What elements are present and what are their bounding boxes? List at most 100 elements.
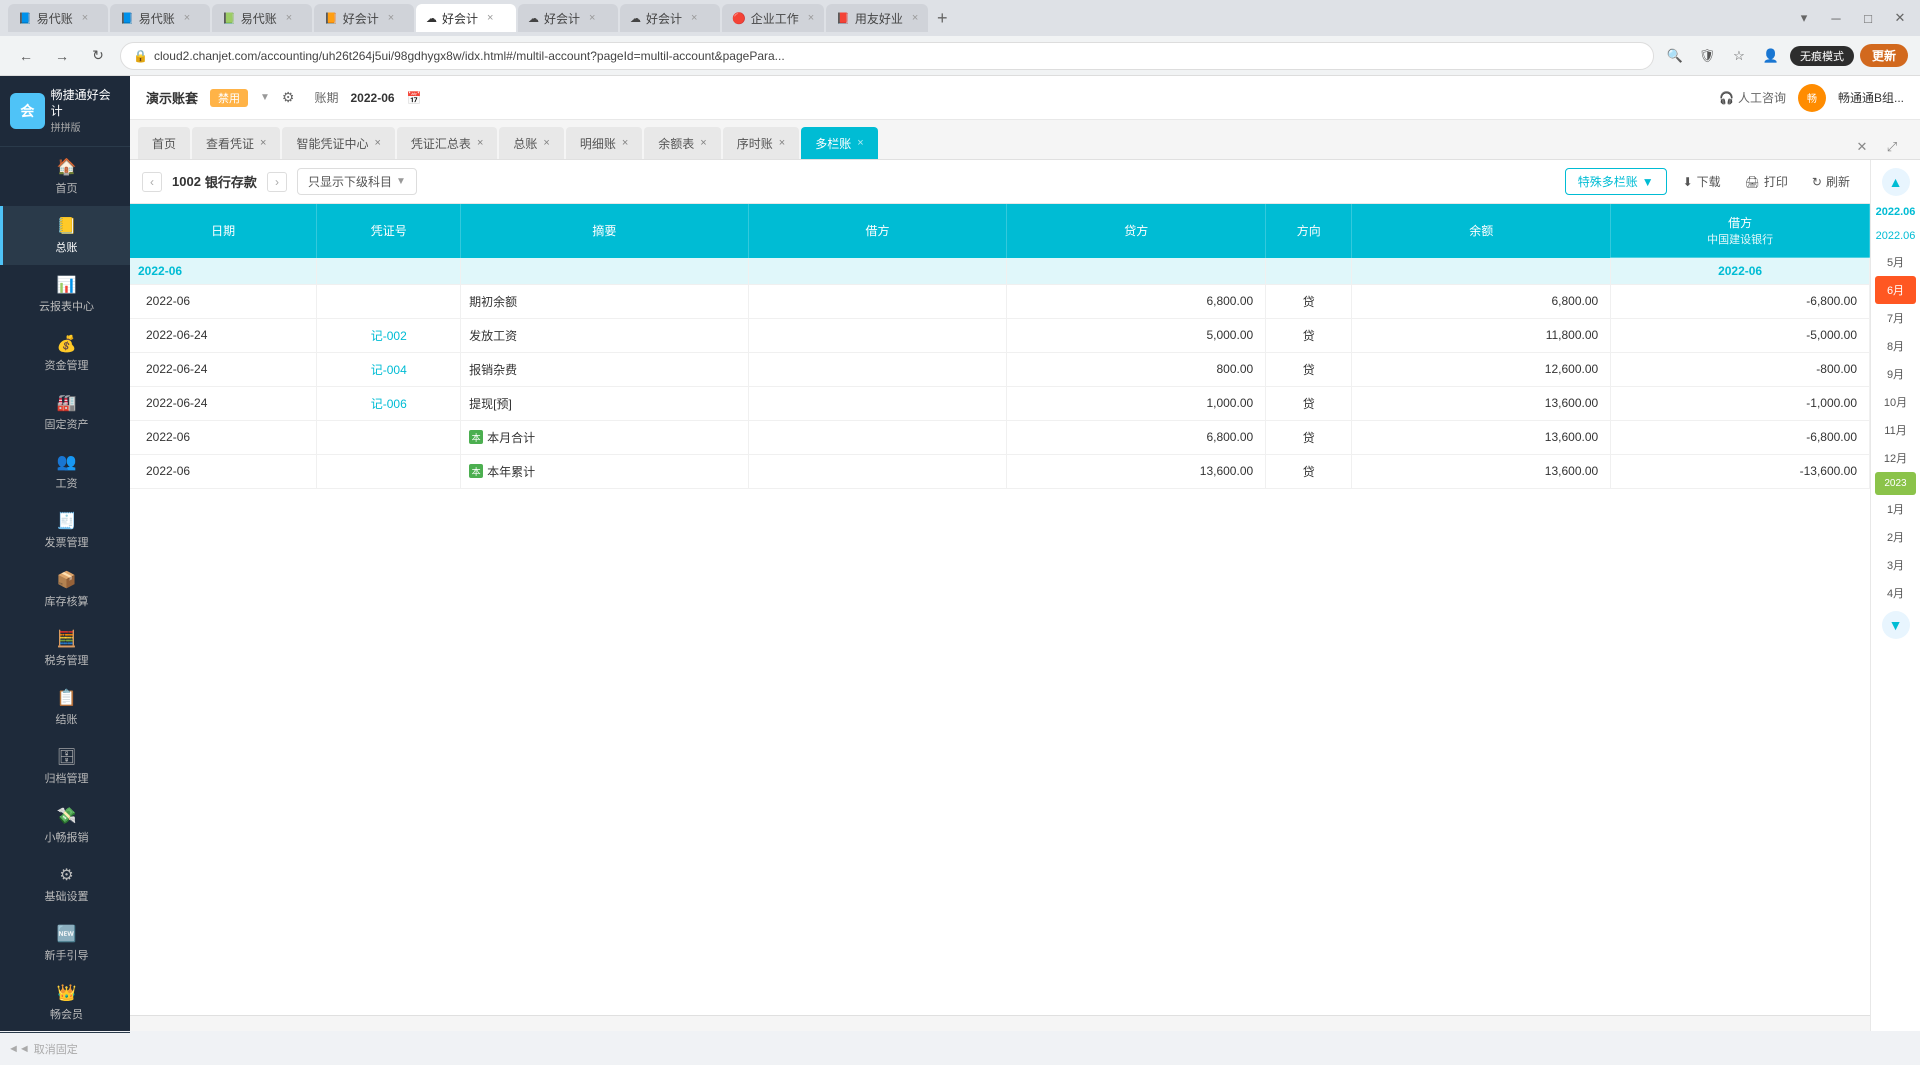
back-button[interactable]: ← <box>12 42 40 70</box>
tab-yidaizhang-1[interactable]: 📘 易代账 × <box>8 4 108 32</box>
sidebar-item-reports[interactable]: 📊 云报表中心 <box>0 265 130 324</box>
date-nav-august[interactable]: 8月 <box>1871 332 1920 360</box>
consult-button[interactable]: 🎧 人工咨询 <box>1719 89 1786 106</box>
tab-close-8[interactable]: × <box>808 12 814 24</box>
tab-list-button[interactable]: ▾ <box>1792 6 1816 30</box>
close-tab-area-button[interactable]: ✕ <box>1850 135 1874 159</box>
date-nav-june[interactable]: 6月 <box>1875 276 1916 304</box>
tab-close-smart-voucher[interactable]: × <box>374 137 380 149</box>
tab-close-general-ledger[interactable]: × <box>543 137 549 149</box>
tab-close-2[interactable]: × <box>184 12 190 24</box>
sidebar-item-guide[interactable]: 🆕 新手引导 <box>0 914 130 973</box>
settings-button[interactable]: ⚙ <box>282 89 295 106</box>
tab-home[interactable]: 首页 <box>138 127 190 159</box>
sidebar-item-inventory[interactable]: 📦 库存核算 <box>0 560 130 619</box>
voucher-link-004[interactable]: 记-004 <box>371 363 407 377</box>
horizontal-scrollbar[interactable] <box>130 1015 1870 1031</box>
sidebar-item-membership[interactable]: 👑 畅会员 <box>0 973 130 1032</box>
voucher-link-006[interactable]: 记-006 <box>371 397 407 411</box>
tab-close-3[interactable]: × <box>286 12 292 24</box>
tab-multi-column-ledger[interactable]: 多栏账 × <box>801 127 877 159</box>
stealth-mode-button[interactable]: 无痕模式 <box>1790 46 1854 66</box>
tab-close-4[interactable]: × <box>388 12 394 24</box>
tab-haokuaiji-4[interactable]: ☁ 好会计 × <box>620 4 720 32</box>
dropdown-arrow[interactable]: ▼ <box>260 92 270 103</box>
prev-account-button[interactable]: ‹ <box>142 172 162 192</box>
date-nav-december[interactable]: 12月 <box>1871 444 1920 472</box>
sidebar-item-fixed-assets[interactable]: 🏭 固定资产 <box>0 383 130 442</box>
print-button[interactable]: 🖨 打印 <box>1737 169 1796 194</box>
download-button[interactable]: ⬇ 下载 <box>1675 169 1729 194</box>
sidebar-item-payroll[interactable]: 👥 工资 <box>0 442 130 501</box>
user-name[interactable]: 畅通通B组... <box>1838 89 1904 106</box>
sub-filter-dropdown[interactable]: 只显示下级科目 ▼ <box>297 168 417 195</box>
multi-ledger-button[interactable]: 特殊多栏账 ▼ <box>1565 168 1667 195</box>
calendar-icon[interactable]: 📅 <box>407 91 422 105</box>
tab-smart-voucher[interactable]: 智能凭证中心 × <box>282 127 394 159</box>
tab-balance-sheet[interactable]: 余额表 × <box>644 127 720 159</box>
update-button[interactable]: 更新 <box>1860 44 1908 67</box>
date-nav-down-button[interactable]: ▼ <box>1882 611 1910 639</box>
tab-close-5[interactable]: × <box>487 12 493 24</box>
date-nav-july[interactable]: 7月 <box>1871 304 1920 332</box>
tab-close-7[interactable]: × <box>691 12 697 24</box>
date-nav-november[interactable]: 11月 <box>1871 416 1920 444</box>
sidebar-pin-toggle[interactable]: ◄◄ 取消固定 <box>0 1032 130 1065</box>
sidebar-item-close-accounts[interactable]: 📋 结账 <box>0 678 130 737</box>
sidebar-item-expense[interactable]: 💸 小畅报销 <box>0 796 130 855</box>
tab-haokuaiji-3[interactable]: ☁ 好会计 × <box>518 4 618 32</box>
tab-enterprise[interactable]: 🔴 企业工作 × <box>722 4 824 32</box>
url-input[interactable]: 🔒 cloud2.chanjet.com/accounting/uh26t264… <box>120 42 1654 70</box>
voucher-link-002[interactable]: 记-002 <box>371 329 407 343</box>
forward-button[interactable]: → <box>48 42 76 70</box>
tab-chronological-ledger[interactable]: 序时账 × <box>723 127 799 159</box>
next-account-button[interactable]: › <box>267 172 287 192</box>
date-nav-apr[interactable]: 4月 <box>1871 579 1920 607</box>
bookmark-icon[interactable]: ☆ <box>1726 43 1752 69</box>
tab-close-view-voucher[interactable]: × <box>260 137 266 149</box>
sidebar-item-settings[interactable]: ⚙ 基础设置 <box>0 855 130 914</box>
refresh-button[interactable]: ↻ 刷新 <box>1804 169 1858 194</box>
tab-close-balance-sheet[interactable]: × <box>700 137 706 149</box>
date-nav-up-button[interactable]: ▲ <box>1882 168 1910 196</box>
expand-tab-area-button[interactable]: ⤢ <box>1880 135 1904 159</box>
refresh-button[interactable]: ↻ <box>84 42 112 70</box>
close-browser-button[interactable]: ✕ <box>1888 6 1912 30</box>
sidebar-item-funds[interactable]: 💰 资金管理 <box>0 324 130 383</box>
tab-close-voucher-summary[interactable]: × <box>477 137 483 149</box>
date-nav-year-2023[interactable]: 2023 <box>1875 472 1916 495</box>
tab-yidaizhang-2[interactable]: 📘 易代账 × <box>110 4 210 32</box>
tab-close-9[interactable]: × <box>912 12 918 24</box>
tab-yidaizhang-3[interactable]: 📗 易代账 × <box>212 4 312 32</box>
date-nav-mar[interactable]: 3月 <box>1871 551 1920 579</box>
sidebar-item-tax[interactable]: 🧮 税务管理 <box>0 619 130 678</box>
extension-icon[interactable]: 🛡 <box>1694 43 1720 69</box>
new-tab-button[interactable]: + <box>930 6 954 30</box>
date-nav-october[interactable]: 10月 <box>1871 388 1920 416</box>
sidebar-item-archive[interactable]: 🗄 归档管理 <box>0 737 130 796</box>
date-nav-jan[interactable]: 1月 <box>1871 495 1920 523</box>
tab-close-detailed-ledger[interactable]: × <box>622 137 628 149</box>
maximize-button[interactable]: □ <box>1856 6 1880 30</box>
search-icon[interactable]: 🔍 <box>1662 43 1688 69</box>
tab-haokuaiji-1[interactable]: 📙 好会计 × <box>314 4 414 32</box>
tab-haokuaiji-2[interactable]: ☁ 好会计 × <box>416 4 516 32</box>
tab-view-voucher[interactable]: 查看凭证 × <box>192 127 280 159</box>
sidebar-item-invoice[interactable]: 🧾 发票管理 <box>0 501 130 560</box>
tab-youyou[interactable]: 📕 用友好业 × <box>826 4 928 32</box>
tab-general-ledger[interactable]: 总账 × <box>499 127 563 159</box>
date-nav-feb[interactable]: 2月 <box>1871 523 1920 551</box>
profile-icon[interactable]: 👤 <box>1758 43 1784 69</box>
tab-close-multi-column[interactable]: × <box>857 137 863 149</box>
date-nav-may[interactable]: 5月 <box>1871 248 1920 276</box>
date-nav-september[interactable]: 9月 <box>1871 360 1920 388</box>
tab-detailed-ledger[interactable]: 明细账 × <box>566 127 642 159</box>
tab-close-6[interactable]: × <box>589 12 595 24</box>
demo-tag[interactable]: 禁用 <box>210 89 248 107</box>
tab-close-1[interactable]: × <box>82 12 88 24</box>
sidebar-item-home[interactable]: 🏠 首页 <box>0 147 130 206</box>
tab-voucher-summary[interactable]: 凭证汇总表 × <box>397 127 497 159</box>
sidebar-item-ledger[interactable]: 📒 总账 <box>0 206 130 265</box>
minimize-button[interactable]: ─ <box>1824 6 1848 30</box>
tab-close-chronological-ledger[interactable]: × <box>779 137 785 149</box>
